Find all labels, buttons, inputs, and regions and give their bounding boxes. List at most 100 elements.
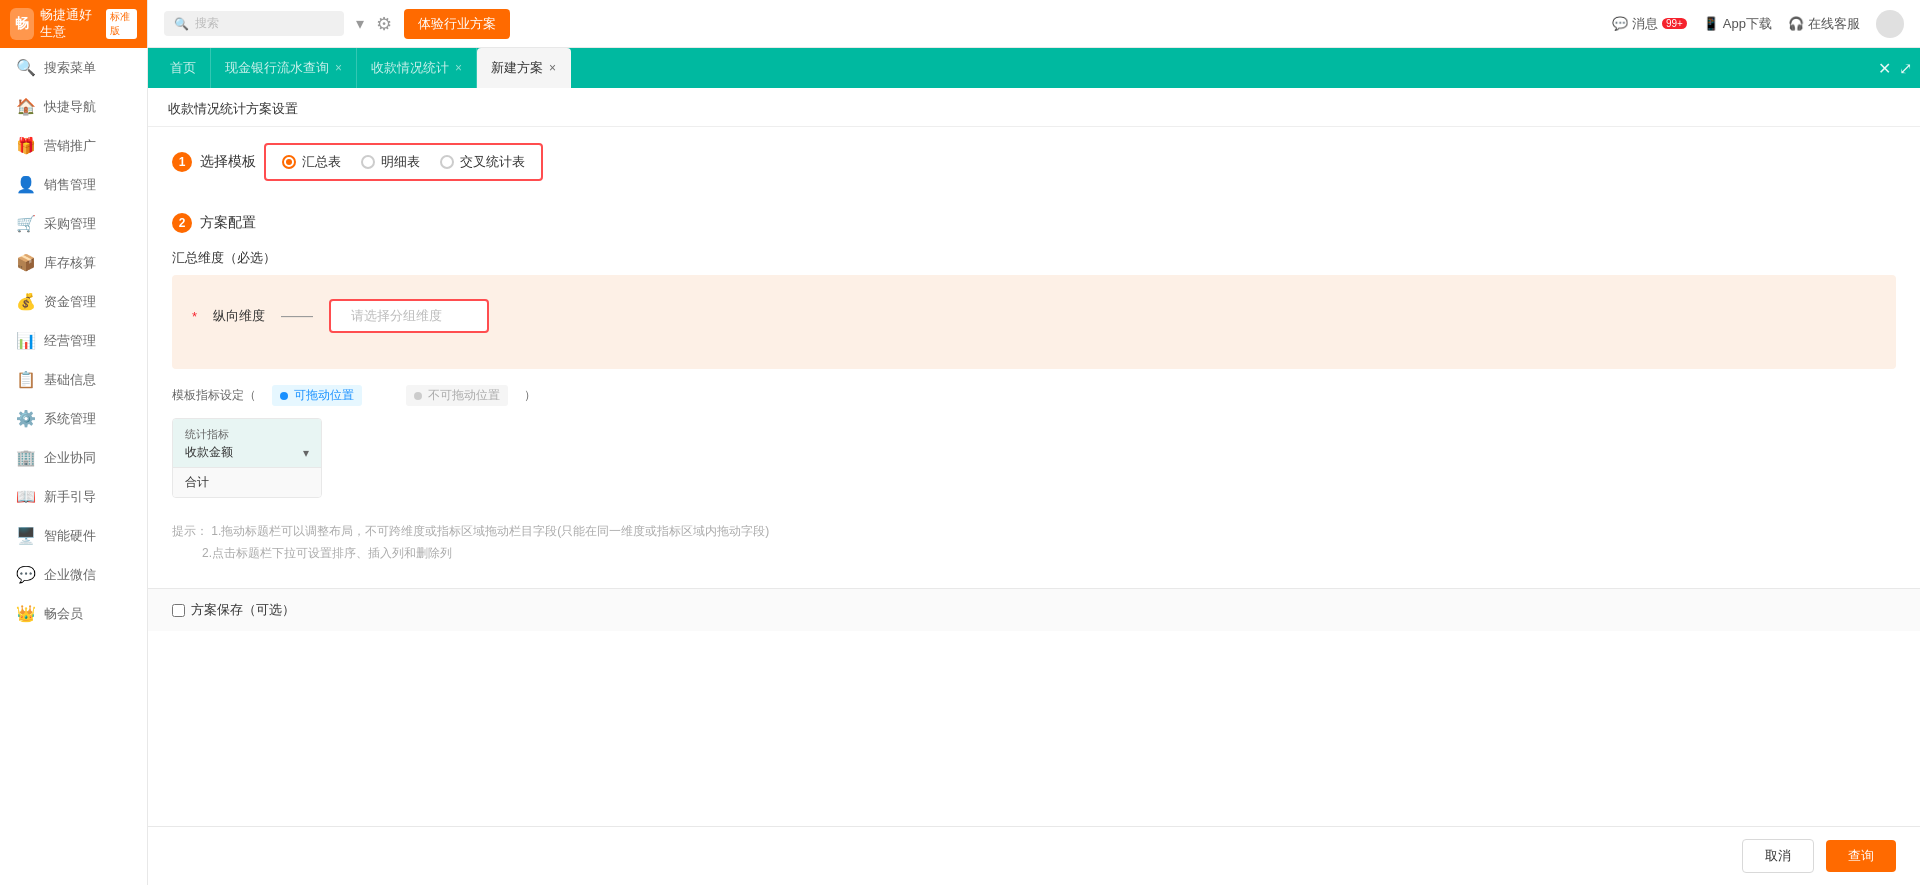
- page-title: 收款情况统计方案设置: [168, 101, 298, 116]
- stats-header-inner: 收款金额 ▾: [185, 444, 309, 461]
- sidebar-item-label: 销售管理: [44, 176, 96, 194]
- vertical-dimension-label: 纵向维度: [213, 307, 265, 325]
- user-avatar[interactable]: [1876, 10, 1904, 38]
- radio-detail-circle: [361, 155, 375, 169]
- not-draggable-dot: [414, 392, 422, 400]
- close-new-plan-icon[interactable]: ×: [549, 61, 556, 75]
- tab-bank-flow[interactable]: 现金银行流水查询 ×: [211, 48, 357, 88]
- close-bank-flow-icon[interactable]: ×: [335, 61, 342, 75]
- bottom-action-bar: 取消 查询: [148, 826, 1920, 885]
- radio-cross[interactable]: 交叉统计表: [440, 153, 525, 171]
- tab-collection-stat[interactable]: 收款情况统计 ×: [357, 48, 477, 88]
- query-button[interactable]: 查询: [1826, 840, 1896, 872]
- support-item[interactable]: 🎧 在线客服: [1788, 15, 1860, 33]
- notification-item[interactable]: 💬 消息 99+: [1612, 15, 1687, 33]
- template-options-box: 汇总表 明细表 交叉统计表: [264, 143, 543, 181]
- logo-badge: 标准版: [106, 9, 137, 39]
- crown-icon: 👑: [16, 604, 36, 623]
- indicator-settings-middle: [378, 387, 390, 404]
- gear-icon: ⚙️: [16, 409, 36, 428]
- chat-icon: 💬: [16, 565, 36, 584]
- download-item[interactable]: 📱 App下载: [1703, 15, 1772, 33]
- stats-dropdown-icon[interactable]: ▾: [303, 446, 309, 460]
- dimension-select-button[interactable]: 请选择分组维度: [329, 299, 489, 333]
- tip1: 1.拖动标题栏可以调整布局，不可跨维度或指标区域拖动栏目字段(只能在同一维度或指…: [211, 524, 769, 538]
- sidebar-item-finance[interactable]: 💰 资金管理: [0, 282, 147, 321]
- page-header: 收款情况统计方案设置: [148, 88, 1920, 127]
- support-icon: 🎧: [1788, 16, 1804, 31]
- section-template: 1 选择模板 汇总表 明细表 交叉统计表: [148, 127, 1920, 213]
- chart-icon: 📊: [16, 331, 36, 350]
- search-placeholder: 搜索: [195, 15, 219, 32]
- content-inner: 收款情况统计方案设置 1 选择模板 汇总表 明细表: [148, 88, 1920, 826]
- tab-home[interactable]: 首页: [156, 48, 211, 88]
- draggable-dot: [280, 392, 288, 400]
- not-draggable-badge: 不可拖动位置: [406, 385, 508, 406]
- close-all-tabs-icon[interactable]: ✕: [1878, 59, 1891, 78]
- sidebar-item-member[interactable]: 👑 畅会员: [0, 594, 147, 633]
- section1-title: 1 选择模板 汇总表 明细表 交叉统计表: [172, 143, 1896, 181]
- sidebar-item-label: 快捷导航: [44, 98, 96, 116]
- sidebar-item-label: 企业协同: [44, 449, 96, 467]
- sidebar-item-search-menu[interactable]: 🔍 搜索菜单: [0, 48, 147, 87]
- industry-btn[interactable]: 体验行业方案: [404, 9, 510, 39]
- radio-summary[interactable]: 汇总表: [282, 153, 341, 171]
- notification-icon: 💬: [1612, 16, 1628, 31]
- tips-text: 提示： 1.拖动标题栏可以调整布局，不可跨维度或指标区域拖动栏目字段(只能在同一…: [172, 521, 1896, 564]
- building-icon: 🏢: [16, 448, 36, 467]
- dimension-area: * 纵向维度 —— 请选择分组维度: [172, 275, 1896, 369]
- list-icon: 📋: [16, 370, 36, 389]
- section1-num: 1: [172, 152, 192, 172]
- sidebar-item-marketing[interactable]: 🎁 营销推广: [0, 126, 147, 165]
- main-area: 🔍 搜索 ▾ ⚙ 体验行业方案 💬 消息 99+ 📱 App下载 🎧 在线客服: [148, 0, 1920, 885]
- sidebar-item-enterprise[interactable]: 🏢 企业协同: [0, 438, 147, 477]
- stats-column-label: 收款金额: [185, 444, 233, 461]
- sidebar-item-sales[interactable]: 👤 销售管理: [0, 165, 147, 204]
- save-checkbox-label[interactable]: 方案保存（可选）: [172, 601, 295, 619]
- home-icon: 🏠: [16, 97, 36, 116]
- expand-tabs-icon[interactable]: ⤢: [1899, 59, 1912, 78]
- sidebar-item-basic-info[interactable]: 📋 基础信息: [0, 360, 147, 399]
- sidebar-item-label: 经营管理: [44, 332, 96, 350]
- topbar-dropdown-icon[interactable]: ▾: [356, 14, 364, 33]
- section1-label: 选择模板: [200, 153, 256, 171]
- cancel-button[interactable]: 取消: [1742, 839, 1814, 873]
- radio-summary-circle: [282, 155, 296, 169]
- gift-icon: 🎁: [16, 136, 36, 155]
- indicator-area: 模板指标设定（ 可拖动位置 不可拖动位置 ）: [172, 385, 1896, 501]
- user-icon: 👤: [16, 175, 36, 194]
- search-menu-icon: 🔍: [16, 58, 36, 77]
- sidebar-item-operations[interactable]: 📊 经营管理: [0, 321, 147, 360]
- box-icon: 📦: [16, 253, 36, 272]
- save-checkbox[interactable]: [172, 604, 185, 617]
- sidebar-item-label: 采购管理: [44, 215, 96, 233]
- sidebar-item-inventory[interactable]: 📦 库存核算: [0, 243, 147, 282]
- vertical-dimension-row: * 纵向维度 —— 请选择分组维度: [192, 299, 1876, 333]
- money-icon: 💰: [16, 292, 36, 311]
- tabs-actions: ✕ ⤢: [1878, 59, 1912, 78]
- tab-new-plan[interactable]: 新建方案 ×: [477, 48, 571, 88]
- sidebar-item-label: 资金管理: [44, 293, 96, 311]
- sidebar-item-system[interactable]: ⚙️ 系统管理: [0, 399, 147, 438]
- indicator-label-row: 模板指标设定（ 可拖动位置 不可拖动位置 ）: [172, 385, 1896, 406]
- dimension-required-mark: *: [192, 309, 197, 324]
- topbar-gear-icon[interactable]: ⚙: [376, 13, 392, 35]
- sidebar-item-guide[interactable]: 📖 新手引导: [0, 477, 147, 516]
- tips-section: 提示： 1.拖动标题栏可以调整布局，不可跨维度或指标区域拖动栏目字段(只能在同一…: [172, 501, 1896, 572]
- tip2: 2.点击标题栏下拉可设置排序、插入列和删除列: [172, 546, 452, 560]
- monitor-icon: 🖥️: [16, 526, 36, 545]
- sidebar-item-purchase[interactable]: 🛒 采购管理: [0, 204, 147, 243]
- close-collection-stat-icon[interactable]: ×: [455, 61, 462, 75]
- section2-num: 2: [172, 213, 192, 233]
- sidebar-item-hardware[interactable]: 🖥️ 智能硬件: [0, 516, 147, 555]
- sidebar-item-wechat[interactable]: 💬 企业微信: [0, 555, 147, 594]
- download-icon: 📱: [1703, 16, 1719, 31]
- sidebar-item-quick-nav[interactable]: 🏠 快捷导航: [0, 87, 147, 126]
- notification-badge: 99+: [1662, 18, 1687, 29]
- radio-detail[interactable]: 明细表: [361, 153, 420, 171]
- topbar: 🔍 搜索 ▾ ⚙ 体验行业方案 💬 消息 99+ 📱 App下载 🎧 在线客服: [148, 0, 1920, 48]
- sidebar-item-label: 库存核算: [44, 254, 96, 272]
- tabs-bar: 首页 现金银行流水查询 × 收款情况统计 × 新建方案 × ✕ ⤢: [148, 48, 1920, 88]
- draggable-badge: 可拖动位置: [272, 385, 362, 406]
- search-box[interactable]: 🔍 搜索: [164, 11, 344, 36]
